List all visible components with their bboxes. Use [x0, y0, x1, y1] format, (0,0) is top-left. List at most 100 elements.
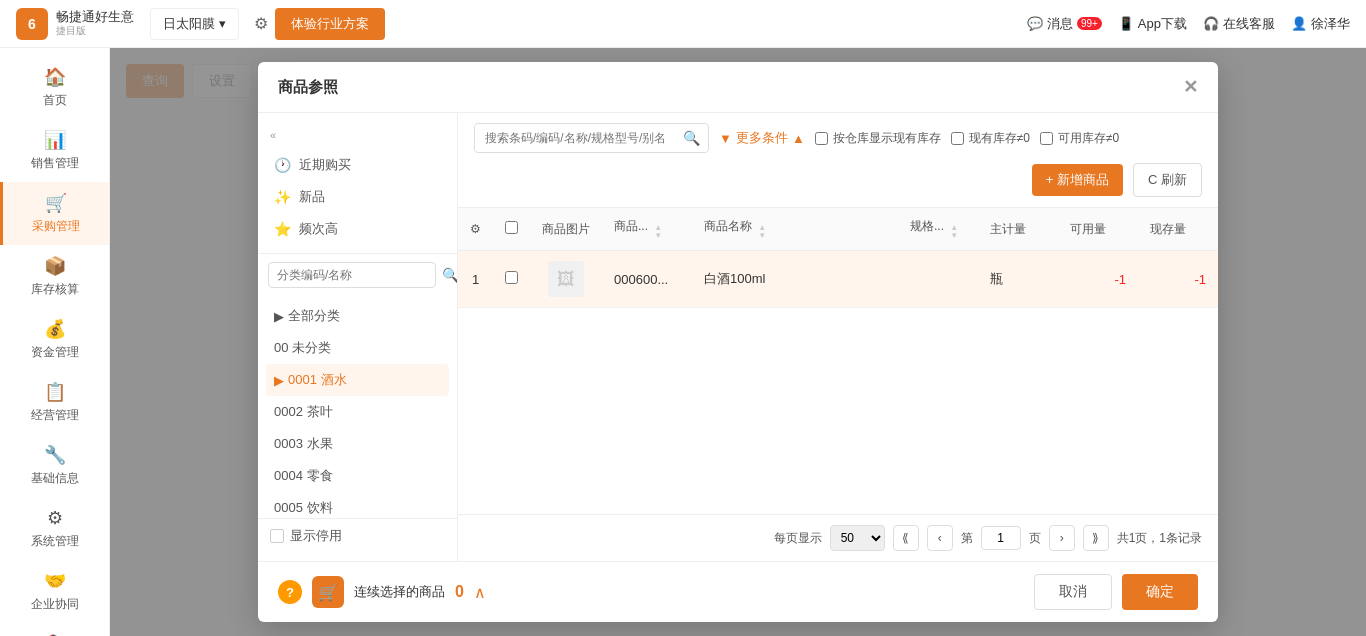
current-stock-filter-label[interactable]: 现有库存≠0: [951, 130, 1030, 147]
sidebar-item-basics[interactable]: 🔧 基础信息: [0, 434, 109, 497]
table-body: 1 🖼 00: [458, 251, 1218, 308]
app-download-item[interactable]: 📱 App下载: [1118, 15, 1187, 33]
col-img-header: 商品图片: [530, 208, 602, 251]
col-spec-header[interactable]: 规格... ▲ ▼: [898, 208, 978, 251]
last-page-btn[interactable]: ⟫: [1083, 525, 1109, 551]
cat-label-liquor: 0001 酒水: [288, 371, 347, 389]
warehouse-filter-checkbox[interactable]: [815, 132, 828, 145]
quick-item-frequent-label: 频次高: [299, 220, 338, 238]
cat-item-beverage[interactable]: 0005 饮料: [266, 492, 449, 518]
logo-area: 6 畅捷通好生意 捷目版: [16, 8, 134, 40]
sidebar-label-system: 系统管理: [31, 533, 79, 550]
current-stock-filter-checkbox[interactable]: [951, 132, 964, 145]
cat-arrow-liquor: ▶: [274, 373, 284, 388]
quick-item-new-label: 新品: [299, 188, 325, 206]
confirm-btn[interactable]: 确定: [1122, 574, 1198, 610]
next-page-btn[interactable]: ›: [1049, 525, 1075, 551]
user-item[interactable]: 👤 徐泽华: [1291, 15, 1350, 33]
modal-close-icon[interactable]: ✕: [1183, 76, 1198, 98]
quick-item-recent-label: 近期购买: [299, 156, 351, 174]
sidebar: 🏠 首页 📊 销售管理 🛒 采购管理 📦 库存核算 💰 资金管理 📋 经营管理 …: [0, 48, 110, 636]
sales-icon: 📊: [44, 129, 66, 151]
content-area: 查询 设置 刷新 商品参照 ✕ «: [110, 48, 1366, 636]
sort-name-icon: ▲ ▼: [758, 224, 766, 240]
table-header-row: ⚙ 商品图片 商品...: [458, 208, 1218, 251]
chevron-down-icon: ▾: [219, 16, 226, 31]
row-stock-cell: -1: [1138, 251, 1218, 308]
quick-item-frequent[interactable]: ⭐ 频次高: [266, 213, 449, 245]
page-word: 第: [961, 530, 973, 547]
message-badge: 99+: [1077, 17, 1102, 30]
show-disabled-label[interactable]: 显示停用: [270, 527, 445, 545]
cat-item-liquor[interactable]: ▶ 0001 酒水: [266, 364, 449, 396]
select-all-checkbox[interactable]: [505, 221, 518, 234]
quick-item-new[interactable]: ✨ 新品: [266, 181, 449, 213]
clock-icon: 🕐: [274, 157, 291, 173]
star-new-icon: ✨: [274, 189, 291, 205]
cancel-btn[interactable]: 取消: [1034, 574, 1112, 610]
collapse-left-icon[interactable]: «: [270, 129, 276, 141]
row-avail: -1: [1114, 272, 1126, 287]
sidebar-item-finance[interactable]: 💰 资金管理: [0, 308, 109, 371]
cat-label-all: 全部分类: [288, 307, 340, 325]
sidebar-label-basics: 基础信息: [31, 470, 79, 487]
settings-icon[interactable]: ⚙: [247, 10, 275, 38]
help-icon[interactable]: ?: [278, 580, 302, 604]
add-product-btn[interactable]: + 新增商品: [1032, 164, 1123, 196]
col-stock-header: 现存量: [1138, 208, 1218, 251]
selected-label: 连续选择的商品: [354, 583, 445, 601]
first-page-btn[interactable]: ⟪: [893, 525, 919, 551]
cat-item-fruit[interactable]: 0003 水果: [266, 428, 449, 460]
company-dropdown[interactable]: 日太阳膜 ▾: [150, 8, 239, 40]
category-search-btn[interactable]: 🔍: [442, 267, 458, 283]
sidebar-item-guide[interactable]: 📚 新手引导: [0, 623, 109, 636]
warehouse-filter-label[interactable]: 按仓库显示现有库存: [815, 130, 941, 147]
page-input[interactable]: [981, 526, 1021, 550]
cat-item-snack[interactable]: 0004 零食: [266, 460, 449, 492]
sidebar-item-inventory[interactable]: 📦 库存核算: [0, 245, 109, 308]
row-code-cell: 000600...: [602, 251, 692, 308]
main-search-btn[interactable]: 🔍: [675, 124, 708, 152]
cat-item-tea[interactable]: 0002 茶叶: [266, 396, 449, 428]
sidebar-item-enterprise[interactable]: 🤝 企业协同: [0, 560, 109, 623]
sidebar-item-home[interactable]: 🏠 首页: [0, 56, 109, 119]
sidebar-item-system[interactable]: ⚙ 系统管理: [0, 497, 109, 560]
chevron-up-icon: ▲: [792, 131, 805, 146]
trial-btn[interactable]: 体验行业方案: [275, 8, 385, 40]
product-reference-modal: 商品参照 ✕ « 🕐 近期购买: [258, 62, 1218, 622]
dropdown-label: 日太阳膜: [163, 15, 215, 33]
col-name-header[interactable]: 商品名称 ▲ ▼: [692, 208, 898, 251]
system-icon: ⚙: [47, 507, 63, 529]
table-row[interactable]: 1 🖼 00: [458, 251, 1218, 308]
row-checkbox[interactable]: [505, 271, 518, 284]
modal-header: 商品参照 ✕: [258, 62, 1218, 113]
sidebar-item-operations[interactable]: 📋 经营管理: [0, 371, 109, 434]
filter-btn[interactable]: ▼ 更多条件 ▲: [719, 129, 805, 147]
avail-stock-filter-checkbox[interactable]: [1040, 132, 1053, 145]
online-service-item[interactable]: 🎧 在线客服: [1203, 15, 1275, 33]
per-page-select[interactable]: 50 100 200: [830, 525, 885, 551]
messages-item[interactable]: 💬 消息 99+: [1027, 15, 1102, 33]
cat-item-uncategorized[interactable]: 00 未分类: [266, 332, 449, 364]
row-image-cell: 🖼: [530, 251, 602, 308]
prev-page-btn[interactable]: ‹: [927, 525, 953, 551]
row-checkbox-cell[interactable]: [493, 251, 530, 308]
category-search-input[interactable]: [268, 262, 436, 288]
col-code-header[interactable]: 商品... ▲ ▼: [602, 208, 692, 251]
refresh-btn[interactable]: C 刷新: [1133, 163, 1202, 197]
cat-arrow-all: ▶: [274, 309, 284, 324]
show-disabled-checkbox[interactable]: [270, 529, 284, 543]
purchase-icon: 🛒: [45, 192, 67, 214]
col-settings-header[interactable]: ⚙: [458, 208, 493, 251]
cat-label-tea: 0002 茶叶: [274, 403, 333, 421]
quick-item-recent[interactable]: 🕐 近期购买: [266, 149, 449, 181]
cart-icon[interactable]: 🛒: [312, 576, 344, 608]
avail-stock-filter-label[interactable]: 可用库存≠0: [1040, 130, 1119, 147]
sort-spec-icon: ▲ ▼: [950, 224, 958, 240]
sidebar-item-purchase[interactable]: 🛒 采购管理: [0, 182, 109, 245]
sidebar-item-sales[interactable]: 📊 销售管理: [0, 119, 109, 182]
cat-item-all[interactable]: ▶ 全部分类: [266, 300, 449, 332]
col-unit-header[interactable]: 主计量: [978, 208, 1058, 251]
main-search-input[interactable]: [475, 125, 675, 151]
footer-collapse-btn[interactable]: ∧: [474, 583, 486, 602]
